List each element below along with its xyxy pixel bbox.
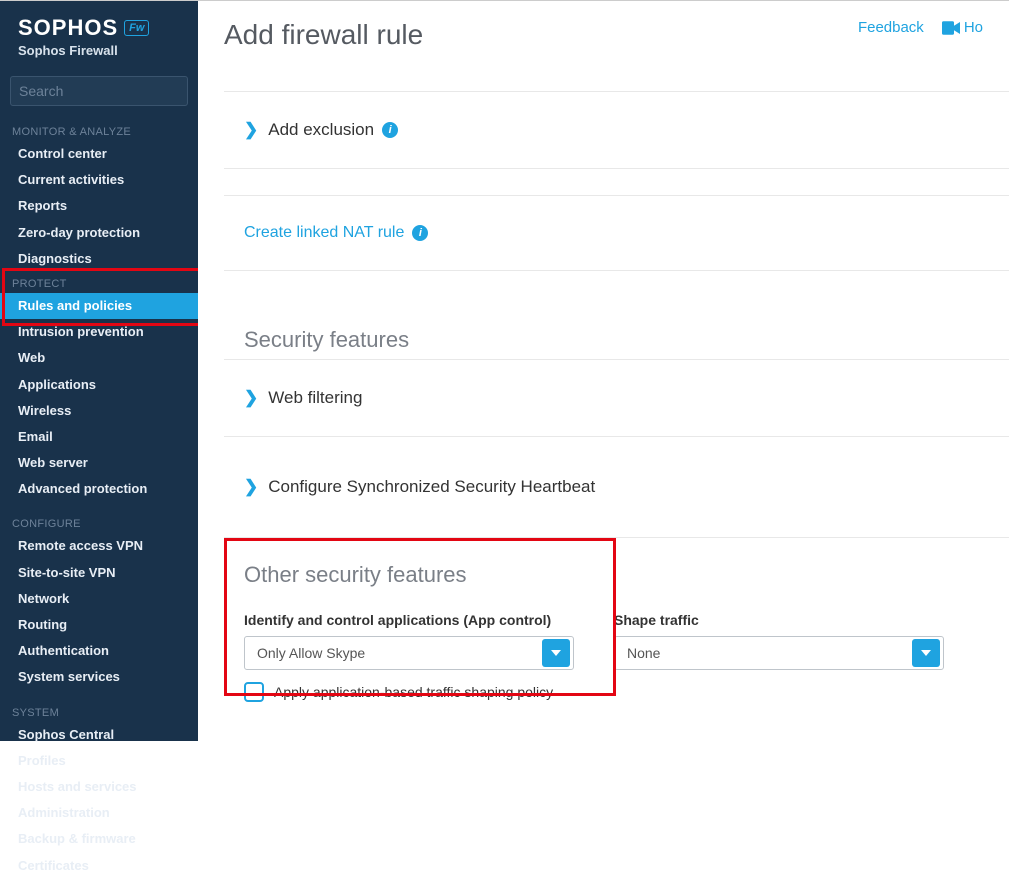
create-linked-nat-label: Create linked NAT rule (244, 224, 404, 242)
dropdown-icon[interactable] (912, 639, 940, 667)
app-control-select[interactable]: Only Allow Skype (244, 636, 574, 670)
sidebar-item-advanced-protection[interactable]: Advanced protection (0, 476, 198, 502)
security-features-title: Security features (224, 297, 1009, 359)
info-icon[interactable]: i (412, 225, 428, 241)
shape-traffic-label: Shape traffic (614, 612, 944, 628)
sidebar-item-network[interactable]: Network (0, 586, 198, 612)
search-input[interactable] (19, 83, 200, 99)
sidebar-item-routing[interactable]: Routing (0, 612, 198, 638)
sidebar-item-reports[interactable]: Reports (0, 193, 198, 219)
create-linked-nat-row[interactable]: Create linked NAT rule i (244, 224, 989, 242)
sidebar-item-web-server[interactable]: Web server (0, 450, 198, 476)
brand-name: SOPHOS (18, 15, 118, 41)
video-icon (942, 21, 960, 35)
sidebar-item-diagnostics[interactable]: Diagnostics (0, 246, 198, 272)
heartbeat-row[interactable]: ❯ Configure Synchronized Security Heartb… (244, 477, 989, 497)
shape-traffic-value: None (615, 645, 909, 661)
add-exclusion-label: Add exclusion (268, 120, 374, 140)
main-content: Add firewall rule Feedback Ho ❯ Add excl… (198, 1, 1009, 741)
feedback-link[interactable]: Feedback (858, 19, 924, 36)
sidebar-item-current-activities[interactable]: Current activities (0, 167, 198, 193)
sidebar-item-backup-firmware[interactable]: Backup & firmware (0, 826, 198, 852)
sidebar-item-zero-day[interactable]: Zero-day protection (0, 220, 198, 246)
info-icon[interactable]: i (382, 122, 398, 138)
page-title: Add firewall rule (224, 19, 423, 51)
nav-header-system: SYSTEM (0, 701, 198, 722)
sidebar-item-certificates[interactable]: Certificates (0, 853, 198, 879)
sidebar-item-applications[interactable]: Applications (0, 372, 198, 398)
web-filtering-label: Web filtering (268, 388, 362, 408)
sidebar-item-control-center[interactable]: Control center (0, 141, 198, 167)
nav-header-configure: CONFIGURE (0, 512, 198, 533)
sidebar: SOPHOS Fw Sophos Firewall MONITOR & ANAL… (0, 1, 198, 741)
sidebar-item-remote-vpn[interactable]: Remote access VPN (0, 533, 198, 559)
sidebar-item-web[interactable]: Web (0, 345, 198, 371)
app-shaping-label: Apply application-based traffic shaping … (274, 684, 553, 700)
sidebar-item-intrusion-prevention[interactable]: Intrusion prevention (0, 319, 198, 345)
brand-badge: Fw (124, 20, 149, 36)
help-label: Ho (964, 19, 983, 36)
sidebar-item-email[interactable]: Email (0, 424, 198, 450)
shape-traffic-select[interactable]: None (614, 636, 944, 670)
chevron-right-icon: ❯ (244, 388, 258, 408)
sidebar-item-sophos-central[interactable]: Sophos Central (0, 722, 198, 748)
app-shaping-checkbox[interactable] (244, 682, 264, 702)
brand-block: SOPHOS Fw Sophos Firewall (0, 1, 198, 68)
sidebar-item-site-vpn[interactable]: Site-to-site VPN (0, 560, 198, 586)
app-control-value: Only Allow Skype (245, 645, 539, 661)
sidebar-item-hosts-services[interactable]: Hosts and services (0, 774, 198, 800)
add-exclusion-row[interactable]: ❯ Add exclusion i (244, 120, 989, 140)
nav: MONITOR & ANALYZE Control center Current… (0, 114, 198, 879)
brand-subtitle: Sophos Firewall (18, 43, 180, 58)
other-security-title: Other security features (244, 562, 989, 588)
sidebar-item-administration[interactable]: Administration (0, 800, 198, 826)
nav-header-monitor: MONITOR & ANALYZE (0, 120, 198, 141)
sidebar-item-profiles[interactable]: Profiles (0, 748, 198, 774)
sidebar-item-wireless[interactable]: Wireless (0, 398, 198, 424)
search-box[interactable] (10, 76, 188, 106)
chevron-right-icon: ❯ (244, 120, 258, 140)
help-link[interactable]: Ho (942, 19, 983, 36)
sidebar-item-authentication[interactable]: Authentication (0, 638, 198, 664)
app-control-label: Identify and control applications (App c… (244, 612, 574, 628)
nav-header-protect: PROTECT (0, 272, 198, 293)
dropdown-icon[interactable] (542, 639, 570, 667)
web-filtering-row[interactable]: ❯ Web filtering (244, 388, 989, 408)
sidebar-item-system-services[interactable]: System services (0, 664, 198, 690)
heartbeat-label: Configure Synchronized Security Heartbea… (268, 477, 595, 497)
sidebar-item-rules-policies[interactable]: Rules and policies (0, 293, 198, 319)
chevron-right-icon: ❯ (244, 477, 258, 497)
